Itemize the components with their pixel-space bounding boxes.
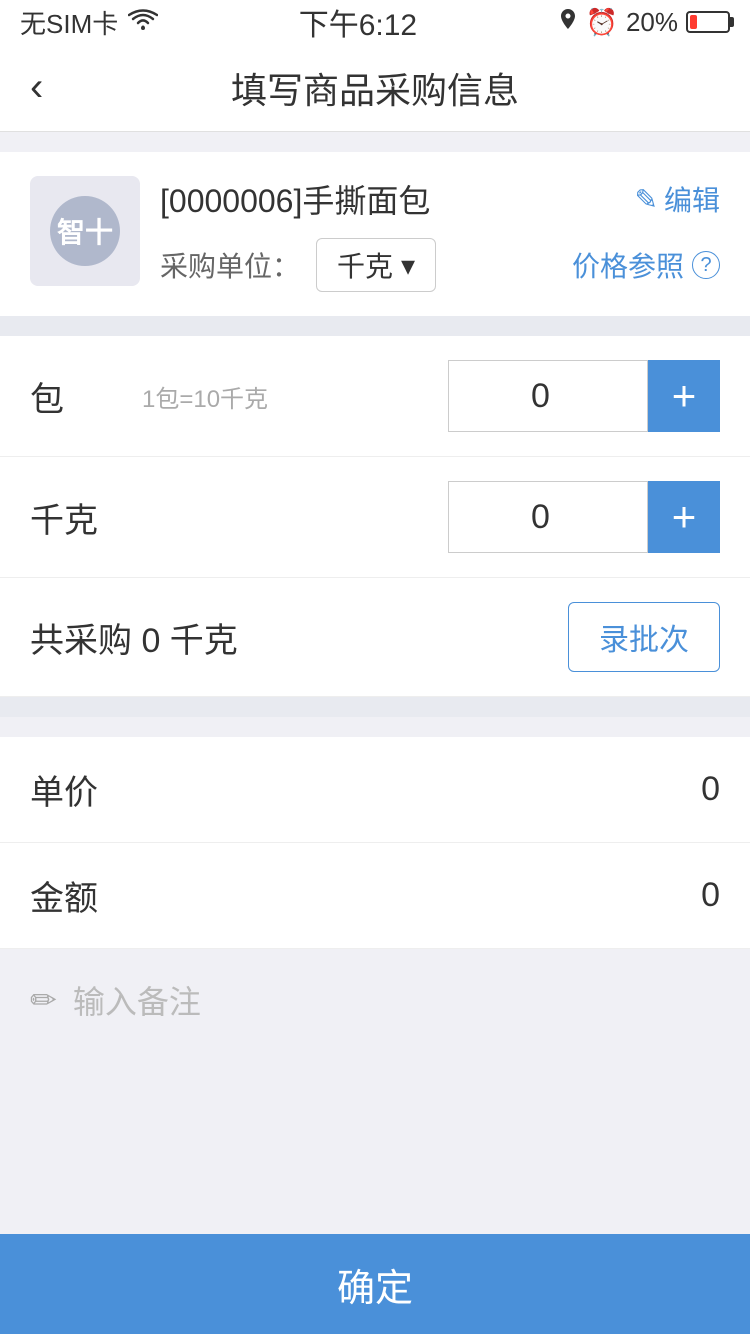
remark-section[interactable]: ✏ 输入备注 <box>0 949 750 1051</box>
unit-select[interactable]: 千克 ▾ <box>316 238 436 292</box>
product-card: 智十 [0000006]手撕面包 ✎ 编辑 采购单位： 千克 ▾ 价格参照 ? <box>0 152 750 316</box>
product-thumbnail: 智十 <box>30 176 140 286</box>
confirm-button[interactable]: 确定 <box>0 1234 750 1334</box>
bag-input-row: 包 1包=10千克 + <box>0 336 750 457</box>
status-right: ⏰ 20% <box>558 7 730 38</box>
kg-input-row: 千克 + <box>0 457 750 578</box>
status-bar: 无SIM卡 下午6:12 ⏰ 20% <box>0 0 750 44</box>
carrier-label: 无SIM卡 <box>20 4 118 41</box>
amount-value: 0 <box>701 876 720 915</box>
battery-percent: 20% <box>626 7 678 38</box>
summary-row: 共采购 0 千克 录批次 <box>0 578 750 697</box>
bag-label: 包 <box>30 372 130 421</box>
back-button[interactable]: ‹ <box>30 65 43 110</box>
unit-price-row: 单价 0 <box>0 737 750 843</box>
wifi-icon <box>128 7 158 38</box>
amount-row: 金额 0 <box>0 843 750 949</box>
nav-bar: ‹ 填写商品采购信息 <box>0 44 750 132</box>
price-reference-button[interactable]: 价格参照 ? <box>572 245 720 285</box>
edit-icon: ✎ <box>635 183 658 216</box>
product-logo: 智十 <box>50 196 120 266</box>
price-section: 单价 0 金额 0 <box>0 737 750 949</box>
kg-label: 千克 <box>30 493 130 542</box>
bag-sublabel: 1包=10千克 <box>142 379 268 414</box>
location-icon <box>558 7 578 38</box>
alarm-icon: ⏰ <box>586 7 618 38</box>
product-name-row: [0000006]手撕面包 ✎ 编辑 <box>160 176 720 222</box>
status-time: 下午6:12 <box>299 0 417 44</box>
edit-button[interactable]: ✎ 编辑 <box>635 179 720 219</box>
bag-plus-button[interactable]: + <box>648 360 720 432</box>
product-info: [0000006]手撕面包 ✎ 编辑 采购单位： 千克 ▾ 价格参照 ? <box>160 176 720 292</box>
info-icon: ? <box>692 251 720 279</box>
confirm-button-label: 确定 <box>337 1257 413 1312</box>
dropdown-icon: ▾ <box>401 249 415 282</box>
bag-quantity-input[interactable] <box>448 360 648 432</box>
pencil-icon: ✏ <box>30 981 57 1019</box>
kg-input-right: + <box>448 481 720 553</box>
unit-label: 采购单位： <box>160 245 300 285</box>
battery-icon <box>686 11 730 33</box>
record-batch-button[interactable]: 录批次 <box>568 602 720 672</box>
unit-price-value: 0 <box>701 770 720 809</box>
page-title: 填写商品采购信息 <box>231 62 519 114</box>
total-purchase-text: 共采购 0 千克 <box>30 613 238 662</box>
divider-1 <box>0 316 750 336</box>
quantity-section: 包 1包=10千克 + 千克 + <box>0 336 750 578</box>
amount-label: 金额 <box>30 871 98 920</box>
bag-input-right: + <box>448 360 720 432</box>
product-unit-row: 采购单位： 千克 ▾ 价格参照 ? <box>160 238 720 292</box>
unit-price-label: 单价 <box>30 765 98 814</box>
product-full-name: [0000006]手撕面包 <box>160 176 430 222</box>
kg-plus-button[interactable]: + <box>648 481 720 553</box>
kg-quantity-input[interactable] <box>448 481 648 553</box>
status-left: 无SIM卡 <box>20 4 158 41</box>
divider-2 <box>0 697 750 717</box>
remark-placeholder: 输入备注 <box>73 977 201 1023</box>
